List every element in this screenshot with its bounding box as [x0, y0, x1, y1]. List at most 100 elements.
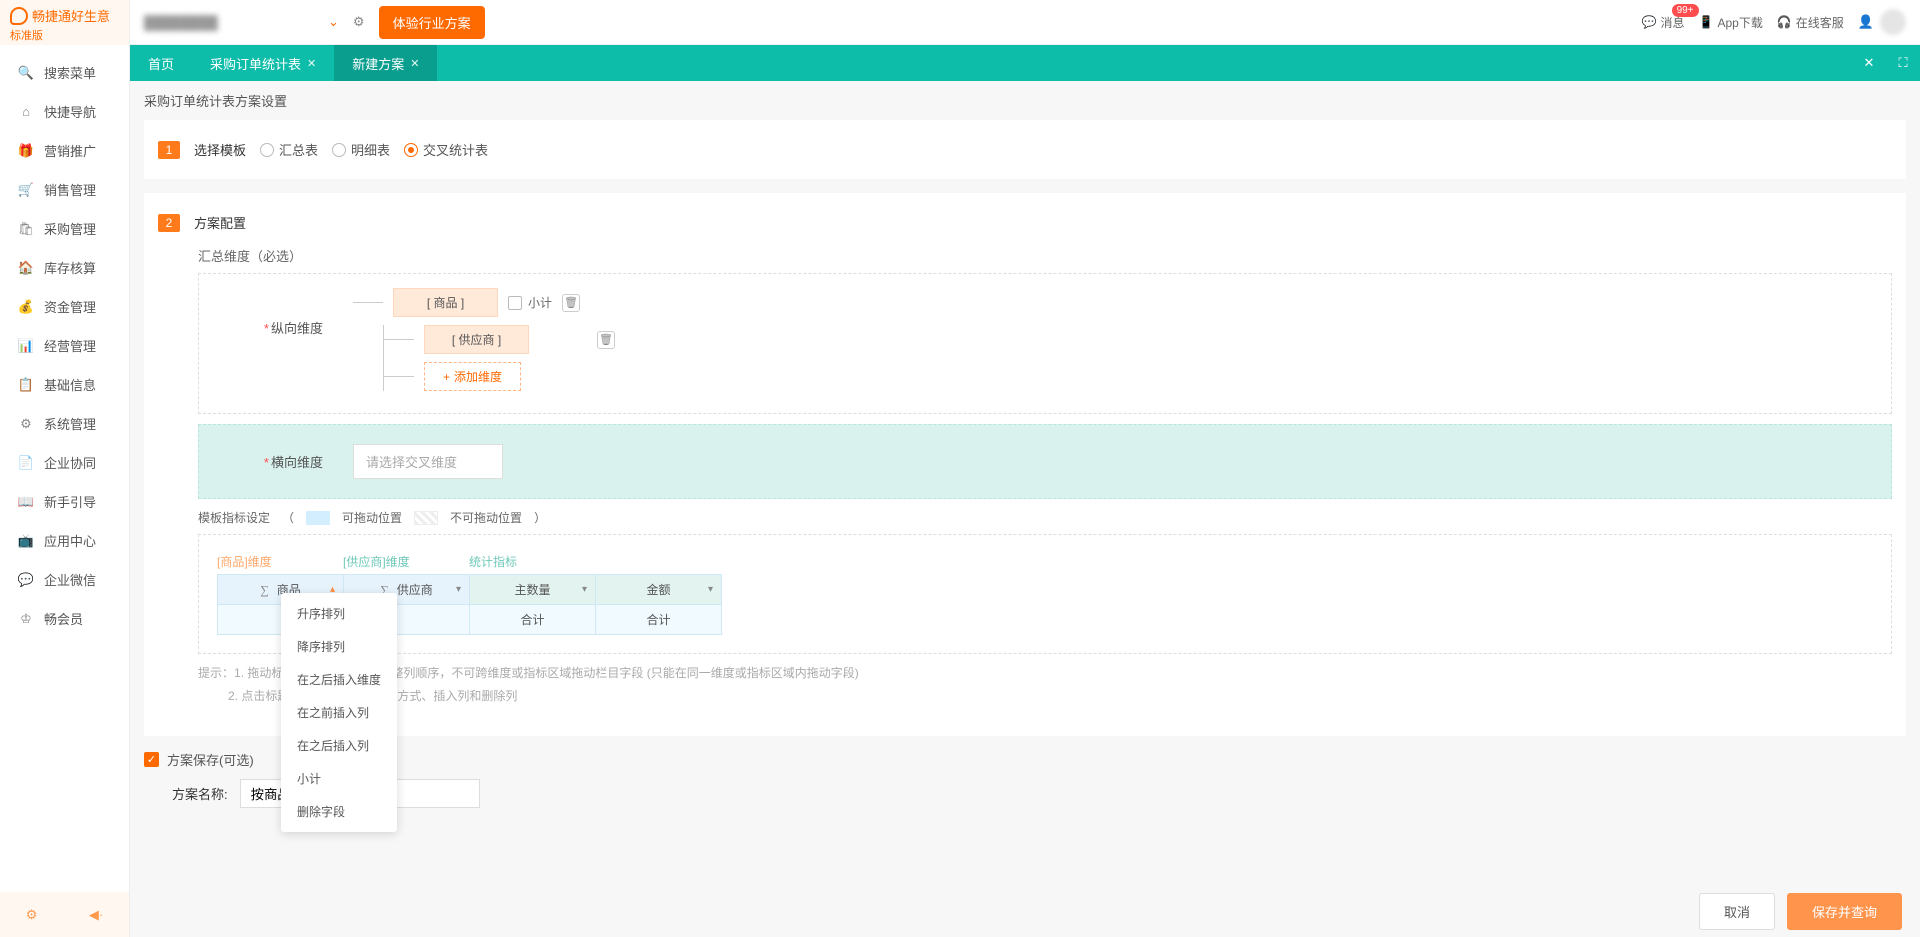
brand-edition: 标准版 [10, 27, 119, 43]
online-service-button[interactable]: 🎧在线客服 [1777, 14, 1844, 31]
delete-icon[interactable]: 🗑 [597, 331, 615, 349]
chevron-down-icon: ▾ [582, 584, 587, 595]
gift-icon: 🎁 [18, 143, 34, 159]
header-qty[interactable]: 主数量▾ [470, 575, 596, 605]
chevron-down-icon: ▾ [456, 584, 461, 595]
wallet-icon: 💰 [18, 299, 34, 315]
cancel-button[interactable]: 取消 [1699, 893, 1775, 930]
add-dimension-button[interactable]: +添加维度 [424, 362, 521, 391]
chevron-down-icon: ▾ [708, 584, 713, 595]
crown-icon: ♔ [18, 611, 34, 627]
collapse-icon[interactable]: ◀· [89, 907, 103, 923]
user-menu[interactable]: 👤 [1858, 9, 1906, 35]
nav-finance[interactable]: 💰资金管理 [0, 287, 129, 326]
dim-chip-product[interactable]: [ 商品 ] [393, 288, 498, 317]
menu-sort-asc[interactable]: 升序排列 [281, 597, 397, 630]
nav-inventory[interactable]: 🏠库存核算 [0, 248, 129, 287]
bag-icon: 🛍 [18, 221, 34, 237]
sidebar-bottom: ⚙ ◀· [0, 892, 129, 937]
dim-chip-supplier[interactable]: [ 供应商 ] [424, 325, 529, 354]
menu-delete-field[interactable]: 删除字段 [281, 795, 397, 828]
col-label-product: [商品]维度 [217, 553, 343, 570]
step-2-badge: 2 [158, 214, 180, 232]
radio-summary[interactable]: 汇总表 [260, 140, 318, 159]
gear-icon: ⚙ [18, 416, 34, 432]
header-amount[interactable]: 金额▾ [596, 575, 722, 605]
content-area: 采购订单统计表方案设置 1 选择模板 汇总表 明细表 交叉统计表 2 方案配置 … [130, 81, 1920, 937]
tab-home[interactable]: 首页 [130, 45, 192, 81]
nav-operation[interactable]: 📊经营管理 [0, 326, 129, 365]
save-option-row[interactable]: ✓ 方案保存(可选) [144, 750, 1906, 769]
phone-icon: 📱 [1699, 15, 1714, 29]
delete-icon[interactable]: 🗑 [562, 294, 580, 312]
col-label-stat: 统计指标 [469, 553, 517, 570]
nav-search[interactable]: 🔍搜索菜单 [0, 53, 129, 92]
user-icon: 👤 [1858, 14, 1874, 30]
nav-collab[interactable]: 📄企业协同 [0, 443, 129, 482]
step-1-label: 选择模板 [194, 140, 246, 159]
company-selector[interactable]: ████████ [144, 15, 314, 30]
tabbar: 首页 采购订单统计表✕ 新建方案✕ ✕ ⛶ [130, 45, 1920, 81]
footer-actions: 取消 保存并查询 [1681, 885, 1920, 937]
warehouse-icon: 🏠 [18, 260, 34, 276]
close-all-tabs-button[interactable]: ✕ [1852, 45, 1886, 81]
tab-purchase-stats[interactable]: 采购订单统计表✕ [192, 45, 334, 81]
avatar [1880, 9, 1906, 35]
col-label-supplier: [供应商]维度 [343, 553, 469, 570]
menu-insert-col-after[interactable]: 在之后插入列 [281, 729, 397, 762]
fullscreen-button[interactable]: ⛶ [1886, 45, 1920, 81]
menu-insert-col-before[interactable]: 在之前插入列 [281, 696, 397, 729]
tab-new-plan[interactable]: 新建方案✕ [334, 45, 437, 81]
horizontal-dim-box: 横向维度 请选择交叉维度 [198, 424, 1892, 499]
plus-icon: + [443, 370, 450, 384]
headset-icon: 🎧 [1777, 15, 1792, 29]
vertical-dim-box: 纵向维度 [ 商品 ] 小计 🗑 [ 供应商 [198, 273, 1892, 414]
save-option-label: 方案保存(可选) [167, 750, 254, 769]
summary-dim-title: 汇总维度（必选） [198, 246, 1892, 265]
plan-name-label: 方案名称: [172, 784, 228, 803]
sidebar: 畅捷通好生意 标准版 🔍搜索菜单 ⌂快捷导航 🎁营销推广 🛒销售管理 🛍采购管理… [0, 0, 130, 937]
nav-sales[interactable]: 🛒销售管理 [0, 170, 129, 209]
chart-icon: 📊 [18, 338, 34, 354]
nav-wecom[interactable]: 💬企业微信 [0, 560, 129, 599]
horizontal-dim-label: 横向维度 [213, 452, 323, 471]
menu-subtotal[interactable]: 小计 [281, 762, 397, 795]
messages-button[interactable]: 💬消息 [1642, 14, 1685, 31]
nav-member[interactable]: ♔畅会员 [0, 599, 129, 638]
radio-detail[interactable]: 明细表 [332, 140, 390, 159]
chat-icon: 💬 [1642, 15, 1657, 29]
page-title: 采购订单统计表方案设置 [130, 81, 1920, 120]
radio-cross[interactable]: 交叉统计表 [404, 140, 488, 159]
save-and-query-button[interactable]: 保存并查询 [1787, 893, 1902, 930]
nav-basic[interactable]: 📋基础信息 [0, 365, 129, 404]
indicator-legend: 模板指标设定（ 可拖动位置 不可拖动位置） [198, 509, 1892, 526]
topbar-gear-icon[interactable]: ⚙ [353, 14, 365, 30]
app-download-button[interactable]: 📱App下载 [1699, 14, 1763, 31]
step-1-badge: 1 [158, 141, 180, 159]
trial-cta-button[interactable]: 体验行业方案 [379, 6, 485, 39]
settings-icon[interactable]: ⚙ [26, 907, 38, 923]
cross-dim-select[interactable]: 请选择交叉维度 [353, 444, 503, 479]
sidebar-nav: 🔍搜索菜单 ⌂快捷导航 🎁营销推广 🛒销售管理 🛍采购管理 🏠库存核算 💰资金管… [0, 45, 129, 892]
subtotal-checkbox[interactable]: 小计 [508, 294, 552, 311]
team-icon: 📄 [18, 455, 34, 471]
nav-marketing[interactable]: 🎁营销推广 [0, 131, 129, 170]
cart-icon: 🛒 [18, 182, 34, 198]
nav-quicknav[interactable]: ⌂快捷导航 [0, 92, 129, 131]
checkbox-checked-icon: ✓ [144, 752, 159, 767]
search-icon: 🔍 [18, 65, 34, 81]
menu-sort-desc[interactable]: 降序排列 [281, 630, 397, 663]
list-icon: 📋 [18, 377, 34, 393]
close-icon[interactable]: ✕ [307, 57, 316, 70]
nav-purchase[interactable]: 🛍采购管理 [0, 209, 129, 248]
menu-insert-dim-after[interactable]: 在之后插入维度 [281, 663, 397, 696]
nav-system[interactable]: ⚙系统管理 [0, 404, 129, 443]
brand-name: 畅捷通好生意 [32, 6, 110, 25]
step-1-row: 1 选择模板 汇总表 明细表 交叉统计表 [158, 134, 1892, 165]
nav-appcenter[interactable]: 📺应用中心 [0, 521, 129, 560]
vertical-dim-label: 纵向维度 [213, 288, 323, 337]
close-icon[interactable]: ✕ [410, 57, 419, 70]
chevron-down-icon[interactable]: ⌄ [328, 14, 339, 30]
nav-guide[interactable]: 📖新手引导 [0, 482, 129, 521]
column-context-menu: 升序排列 降序排列 在之后插入维度 在之前插入列 在之后插入列 小计 删除字段 [281, 593, 397, 832]
